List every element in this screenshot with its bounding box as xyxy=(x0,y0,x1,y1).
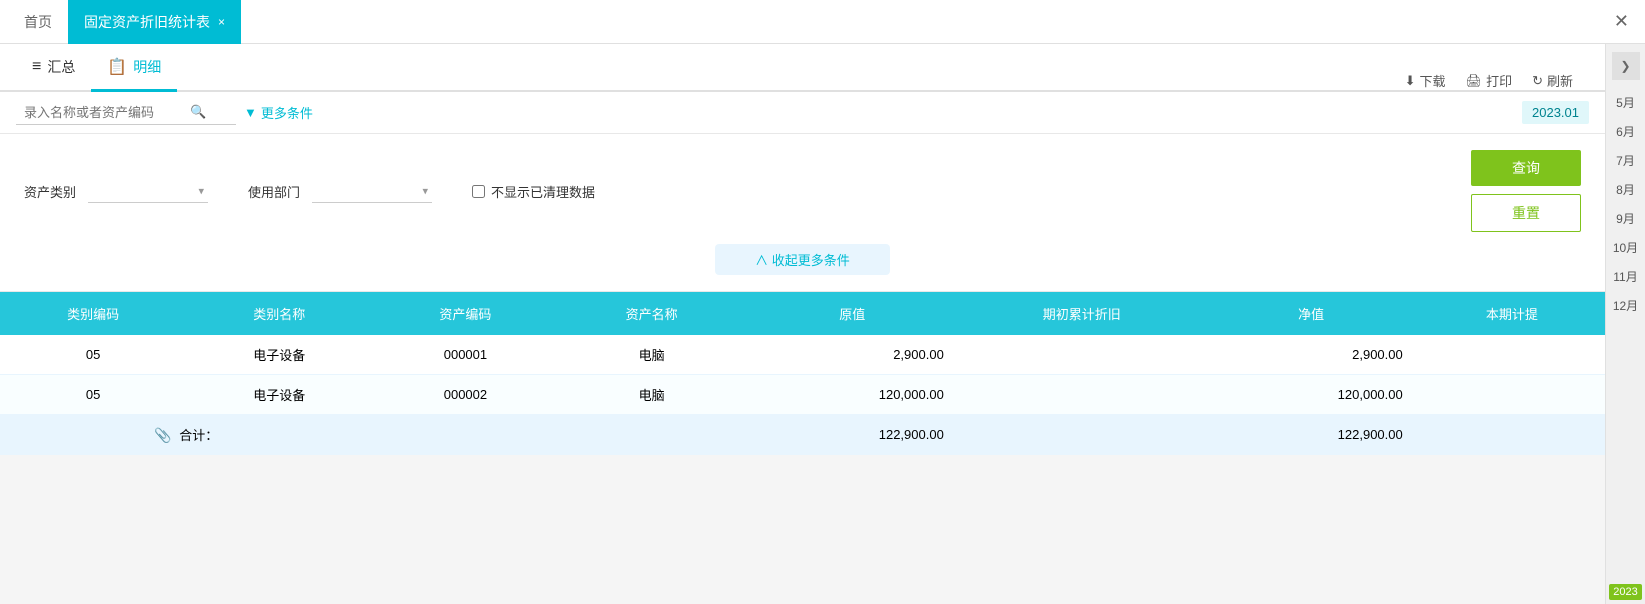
month-item[interactable]: 6月 xyxy=(1613,117,1638,146)
asset-category-label: 资产类别 xyxy=(24,182,80,201)
chevron-up-icon: ∧ xyxy=(755,253,772,268)
cell-accum-depreciation xyxy=(960,335,1204,375)
summary-icon: ≡ xyxy=(32,58,41,76)
print-button[interactable]: 🖨 打印 xyxy=(1466,71,1513,90)
tab-summary[interactable]: ≡ 汇总 xyxy=(16,44,91,92)
reset-button[interactable]: 重置 xyxy=(1471,194,1581,232)
print-icon: 🖨 xyxy=(1466,73,1483,89)
refresh-label: 刷新 xyxy=(1547,71,1573,90)
search-input[interactable] xyxy=(24,105,184,120)
table-row: 05 电子设备 000001 电脑 2,900.00 2,900.00 xyxy=(0,335,1605,375)
window-close-icon[interactable]: ✕ xyxy=(1614,11,1629,32)
use-department-field: 使用部门 xyxy=(248,179,432,203)
search-input-wrap: 🔍 xyxy=(16,100,236,125)
total-original-value: 122,900.00 xyxy=(745,415,960,455)
cell-original-value: 2,900.00 xyxy=(745,335,960,375)
month-item[interactable]: 5月 xyxy=(1613,88,1638,117)
total-icon: 📎 xyxy=(154,427,171,443)
cell-asset-code: 000001 xyxy=(372,335,558,375)
cell-net-value: 120,000.00 xyxy=(1204,375,1419,415)
tab-detail[interactable]: 📋 明细 xyxy=(91,44,177,92)
asset-category-field: 资产类别 xyxy=(24,179,208,203)
col-net-value: 净值 xyxy=(1204,292,1419,335)
filter-section: 资产类别 使用部门 xyxy=(0,134,1605,292)
right-sidebar: ❯ 5月6月7月8月9月10月11月12月 2023 xyxy=(1605,44,1645,604)
month-item[interactable]: 12月 xyxy=(1613,291,1638,320)
search-bar: 🔍 ▼ 更多条件 2023.01 xyxy=(0,92,1605,134)
download-button[interactable]: ⬇ 下载 xyxy=(1405,71,1446,90)
total-net-value: 122,900.00 xyxy=(1204,415,1419,455)
col-current-depreciation: 本期计提 xyxy=(1419,292,1605,335)
search-icon: 🔍 xyxy=(190,104,206,120)
cell-original-value: 120,000.00 xyxy=(745,375,960,415)
total-current-depreciation xyxy=(1419,415,1605,455)
cell-current-depreciation xyxy=(1419,335,1605,375)
cell-category-name: 电子设备 xyxy=(186,335,372,375)
total-asset-name xyxy=(559,415,745,455)
col-asset-name: 资产名称 xyxy=(559,292,745,335)
asset-category-select[interactable] xyxy=(88,179,208,203)
table-row: 05 电子设备 000002 电脑 120,000.00 120,000.00 xyxy=(0,375,1605,415)
data-table: 类别编码 类别名称 资产编码 资产名称 原值 期初累计折旧 净值 本期计提 05… xyxy=(0,292,1605,455)
active-tab[interactable]: 固定资产折旧统计表 × xyxy=(68,0,241,44)
total-row: 📎 合计： 122,900.00 122,900.00 xyxy=(0,415,1605,455)
cell-accum-depreciation xyxy=(960,375,1204,415)
cell-net-value: 2,900.00 xyxy=(1204,335,1419,375)
no-cleared-field: 不显示已清理数据 xyxy=(472,182,595,201)
col-asset-code: 资产编码 xyxy=(372,292,558,335)
month-item[interactable]: 8月 xyxy=(1613,175,1638,204)
sub-tab-bar: ≡ 汇总 📋 明细 ⬇ 下载 🖨 打印 ↻ 刷新 xyxy=(0,44,1605,92)
col-accum-depreciation: 期初累计折旧 xyxy=(960,292,1204,335)
no-cleared-checkbox[interactable] xyxy=(472,185,485,198)
download-label: 下载 xyxy=(1420,71,1446,90)
year-badge: 2023 xyxy=(1609,584,1641,600)
col-category-name: 类别名称 xyxy=(186,292,372,335)
use-department-select[interactable] xyxy=(312,179,432,203)
col-original-value: 原值 xyxy=(745,292,960,335)
tab-detail-label: 明细 xyxy=(133,57,161,77)
total-accum-depreciation xyxy=(960,415,1204,455)
collapse-more-button[interactable]: ∧ 收起更多条件 xyxy=(715,244,890,275)
total-label-cell: 📎 合计： xyxy=(0,415,372,455)
cell-category-code: 05 xyxy=(0,335,186,375)
cell-current-depreciation xyxy=(1419,375,1605,415)
no-cleared-label: 不显示已清理数据 xyxy=(491,182,595,201)
detail-icon: 📋 xyxy=(107,57,127,77)
home-link[interactable]: 首页 xyxy=(16,12,60,32)
cell-asset-name: 电脑 xyxy=(559,335,745,375)
month-item[interactable]: 10月 xyxy=(1613,233,1638,262)
filter-label: 更多条件 xyxy=(261,103,313,122)
cell-asset-code: 000002 xyxy=(372,375,558,415)
filter-icon: ▼ xyxy=(244,105,257,120)
tab-summary-label: 汇总 xyxy=(47,57,75,77)
cell-category-code: 05 xyxy=(0,375,186,415)
filter-buttons: 查询 重置 xyxy=(1471,150,1581,232)
cell-asset-name: 电脑 xyxy=(559,375,745,415)
total-asset-code xyxy=(372,415,558,455)
total-label: 合计： xyxy=(179,428,218,443)
sidebar-expand-arrow[interactable]: ❯ xyxy=(1612,52,1640,80)
download-icon: ⬇ xyxy=(1405,73,1416,89)
tab-close-icon[interactable]: × xyxy=(218,15,225,29)
refresh-icon: ↻ xyxy=(1532,73,1543,89)
month-item[interactable]: 9月 xyxy=(1613,204,1638,233)
data-table-wrap: 类别编码 类别名称 资产编码 资产名称 原值 期初累计折旧 净值 本期计提 05… xyxy=(0,292,1605,455)
cell-category-name: 电子设备 xyxy=(186,375,372,415)
refresh-button[interactable]: ↻ 刷新 xyxy=(1532,71,1573,90)
query-button[interactable]: 查询 xyxy=(1471,150,1581,186)
tab-label: 固定资产折旧统计表 xyxy=(84,12,210,32)
use-department-label: 使用部门 xyxy=(248,182,304,201)
col-category-code: 类别编码 xyxy=(0,292,186,335)
month-item[interactable]: 7月 xyxy=(1613,146,1638,175)
month-item[interactable]: 11月 xyxy=(1613,262,1638,291)
print-label: 打印 xyxy=(1486,71,1512,90)
date-indicator: 2023.01 xyxy=(1522,101,1589,124)
more-filter-button[interactable]: ▼ 更多条件 xyxy=(244,103,313,122)
